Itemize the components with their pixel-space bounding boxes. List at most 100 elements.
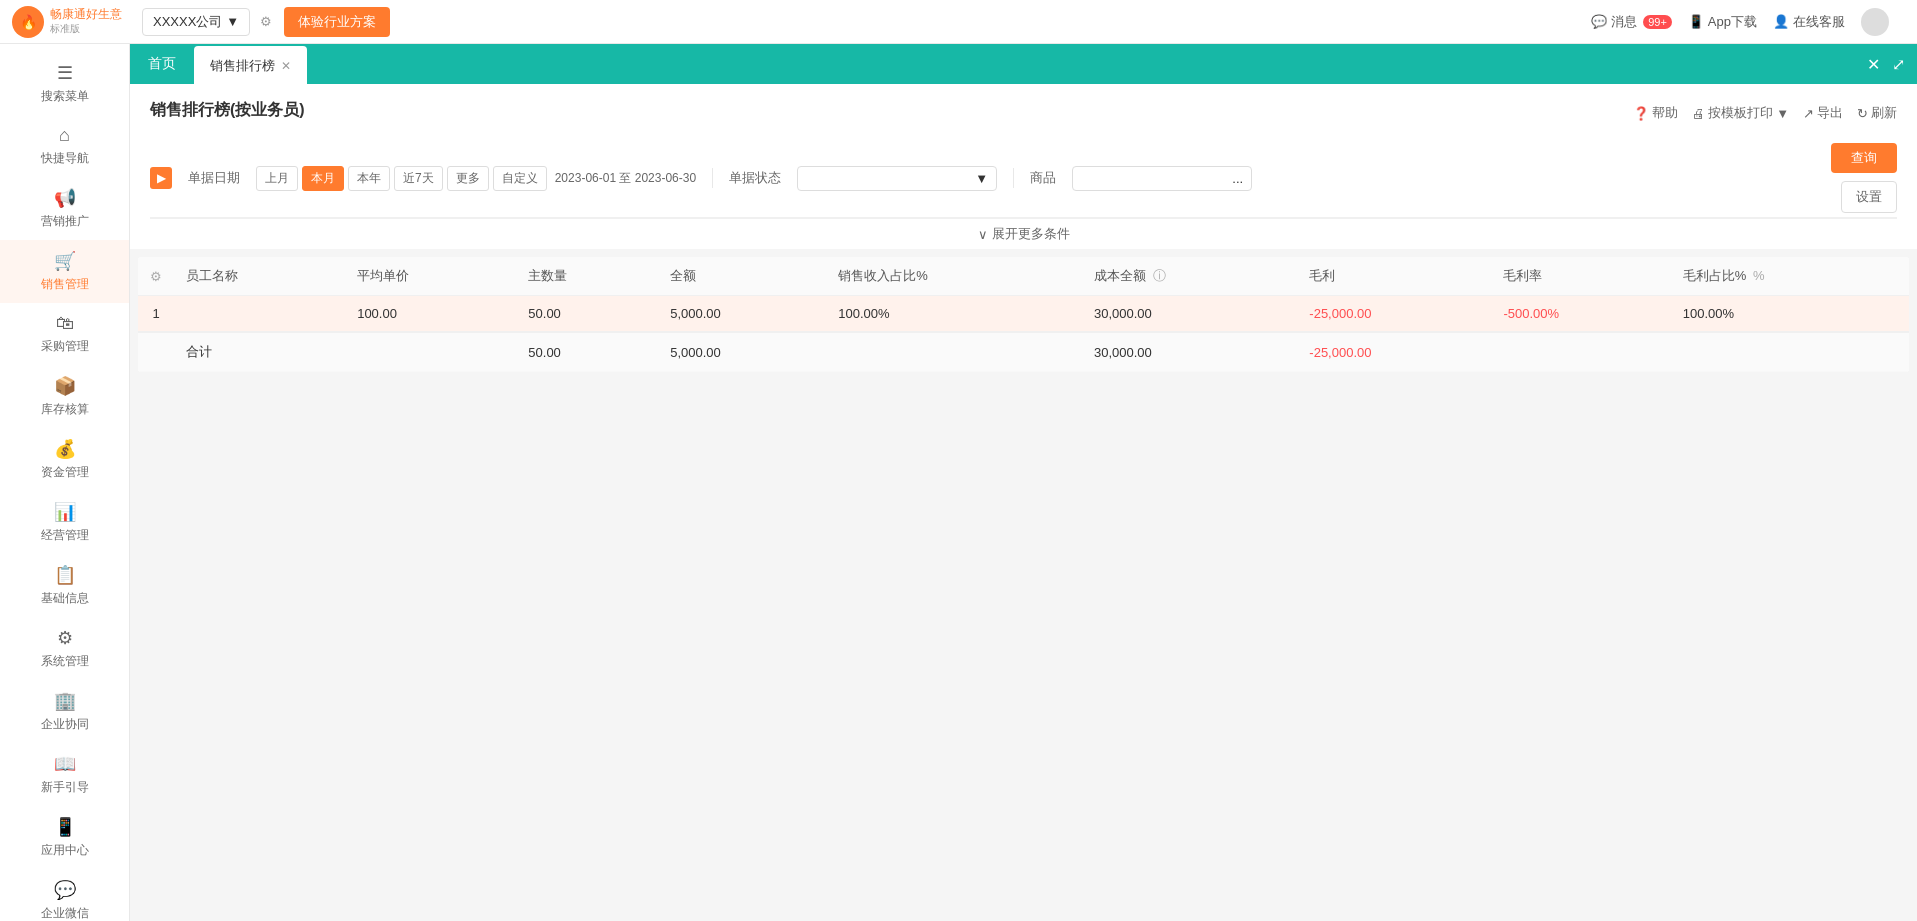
settings-icon[interactable]: ⚙ xyxy=(256,10,276,33)
window-expand-icon[interactable]: ⤢ xyxy=(1892,55,1905,74)
sidebar-item-operations[interactable]: 📊 经营管理 xyxy=(0,491,129,554)
sidebar-item-inventory[interactable]: 📦 库存核算 xyxy=(0,365,129,428)
date-range: 2023-06-01 至 2023-06-30 xyxy=(555,170,696,187)
sidebar-label: 资金管理 xyxy=(41,464,89,481)
status-chevron-icon: ▼ xyxy=(975,171,988,186)
sidebar-label: 系统管理 xyxy=(41,653,89,670)
window-close-icon[interactable]: ✕ xyxy=(1867,55,1880,74)
query-button[interactable]: 查询 xyxy=(1831,143,1897,173)
col-settings-icon[interactable]: ⚙ xyxy=(150,269,162,284)
td-amount: 5,000.00 xyxy=(658,296,826,333)
inventory-icon: 📦 xyxy=(54,375,76,397)
footer-quantity: 50.00 xyxy=(516,332,658,372)
sidebar-label: 应用中心 xyxy=(41,842,89,859)
gross-pct-info-icon[interactable]: % xyxy=(1753,268,1765,283)
tab-sales-ranking[interactable]: 销售排行榜 ✕ xyxy=(194,46,307,86)
tab-close-icon[interactable]: ✕ xyxy=(281,59,291,73)
sidebar-item-search-order[interactable]: ☰ 搜索菜单 xyxy=(0,52,129,115)
sidebar-label: 销售管理 xyxy=(41,276,89,293)
td-name xyxy=(174,296,345,333)
expand-label: 展开更多条件 xyxy=(992,225,1070,243)
date-btn-custom[interactable]: 自定义 xyxy=(493,166,547,191)
message-button[interactable]: 💬 消息 99+ xyxy=(1591,13,1672,31)
settings-button[interactable]: 设置 xyxy=(1841,181,1897,213)
expand-more-btn[interactable]: ∨ 展开更多条件 xyxy=(150,218,1897,249)
sidebar-item-sales[interactable]: 🛒 销售管理 xyxy=(0,240,129,303)
app-download-label: App下载 xyxy=(1708,13,1757,31)
wechat-icon: 💬 xyxy=(54,879,76,901)
goods-label: 商品 xyxy=(1030,169,1056,187)
footer-empty-1 xyxy=(138,332,174,372)
date-btn-this-year[interactable]: 本年 xyxy=(348,166,390,191)
td-quantity: 50.00 xyxy=(516,296,658,333)
footer-empty-5 xyxy=(1671,332,1909,372)
date-btn-7days[interactable]: 近7天 xyxy=(394,166,443,191)
sidebar-item-basic-info[interactable]: 📋 基础信息 xyxy=(0,554,129,617)
print-template-button[interactable]: 🖨 按模板打印 ▼ xyxy=(1692,104,1789,122)
sidebar-item-app-center[interactable]: 📱 应用中心 xyxy=(0,806,129,869)
date-btn-this-month[interactable]: 本月 xyxy=(302,166,344,191)
th-gross: 毛利 xyxy=(1297,257,1491,296)
service-icon: 👤 xyxy=(1773,14,1789,29)
sidebar-label: 企业协同 xyxy=(41,716,89,733)
sidebar-item-system[interactable]: ⚙ 系统管理 xyxy=(0,617,129,680)
app-download-button[interactable]: 📱 App下载 xyxy=(1688,13,1757,31)
trial-button[interactable]: 体验行业方案 xyxy=(284,7,390,37)
footer-empty-2 xyxy=(345,332,516,372)
table-area: ⚙ 员工名称 平均单价 主数量 全额 销售收入占比% 成本全额 xyxy=(138,257,1909,372)
help-link[interactable]: ❓ 帮助 xyxy=(1633,104,1678,122)
print-icon: 🖨 xyxy=(1692,106,1705,121)
date-shortcuts: 上月 本月 本年 近7天 更多 自定义 2023-06-01 至 2023-06… xyxy=(256,166,696,191)
page-content: 销售排行榜(按业务员) ❓ 帮助 🖨 按模板打印 ▼ xyxy=(130,84,1917,921)
sidebar: ☰ 搜索菜单 ⌂ 快捷导航 📢 营销推广 🛒 销售管理 🛍 采购管理 xyxy=(0,44,130,921)
th-sales-pct: 销售收入占比% xyxy=(826,257,1082,296)
date-btn-last-month[interactable]: 上月 xyxy=(256,166,298,191)
sidebar-label: 新手引导 xyxy=(41,779,89,796)
sidebar-label: 搜索菜单 xyxy=(41,88,89,105)
goods-more-icon: ... xyxy=(1232,171,1243,186)
tab-home[interactable]: 首页 xyxy=(130,44,194,84)
th-quantity: 主数量 xyxy=(516,257,658,296)
goods-select[interactable]: ... xyxy=(1072,166,1252,191)
footer-gross: -25,000.00 xyxy=(1297,332,1491,372)
th-gross-rate: 毛利率 xyxy=(1491,257,1670,296)
sidebar-item-purchase[interactable]: 🛍 采购管理 xyxy=(0,303,129,365)
filter-expand-arrow[interactable]: ▶ xyxy=(150,167,172,189)
sidebar-item-marketing[interactable]: 📢 营销推广 xyxy=(0,177,129,240)
table-scroll[interactable]: ⚙ 员工名称 平均单价 主数量 全额 销售收入占比% 成本全额 xyxy=(138,257,1909,372)
table-header-row: ⚙ 员工名称 平均单价 主数量 全额 销售收入占比% 成本全额 xyxy=(138,257,1909,296)
sidebar-item-enterprise[interactable]: 🏢 企业协同 xyxy=(0,680,129,743)
online-service-button[interactable]: 👤 在线客服 xyxy=(1773,13,1845,31)
sidebar-item-wechat[interactable]: 💬 企业微信 xyxy=(0,869,129,921)
footer-label: 合计 xyxy=(174,332,345,372)
status-select[interactable]: ▼ xyxy=(797,166,997,191)
sidebar-label: 库存核算 xyxy=(41,401,89,418)
footer-amount: 5,000.00 xyxy=(658,332,826,372)
avatar[interactable] xyxy=(1861,8,1889,36)
tab-bar: 首页 销售排行榜 ✕ ✕ ⤢ xyxy=(130,44,1917,84)
app-center-icon: 📱 xyxy=(54,816,76,838)
download-icon: 📱 xyxy=(1688,14,1704,29)
content-area: 首页 销售排行榜 ✕ ✕ ⤢ 销售排行榜(按业务员) xyxy=(130,44,1917,921)
tab-actions: ✕ ⤢ xyxy=(1867,55,1917,74)
marketing-icon: 📢 xyxy=(54,187,76,209)
export-button[interactable]: ↗ 导出 xyxy=(1803,104,1843,122)
chevron-down-icon: ▼ xyxy=(226,14,239,29)
th-name: 员工名称 xyxy=(174,257,345,296)
tab-label: 销售排行榜 xyxy=(210,57,275,75)
purchase-icon: 🛍 xyxy=(56,313,74,334)
status-label: 单据状态 xyxy=(729,169,781,187)
guide-icon: 📖 xyxy=(54,753,76,775)
sidebar-item-guide[interactable]: 📖 新手引导 xyxy=(0,743,129,806)
sidebar-item-finance[interactable]: 💰 资金管理 xyxy=(0,428,129,491)
table-row: 1 100.00 50.00 5,000.00 100.00% 30,000.0… xyxy=(138,296,1909,333)
basic-info-icon: 📋 xyxy=(54,564,76,586)
help-icon: ❓ xyxy=(1633,106,1649,121)
sidebar-item-quick-nav[interactable]: ⌂ 快捷导航 xyxy=(0,115,129,177)
cost-info-icon[interactable]: ⓘ xyxy=(1153,268,1166,283)
page-title: 销售排行榜(按业务员) xyxy=(150,100,305,121)
refresh-button[interactable]: ↻ 刷新 xyxy=(1857,104,1897,122)
data-table: ⚙ 员工名称 平均单价 主数量 全额 销售收入占比% 成本全额 xyxy=(138,257,1909,372)
company-selector[interactable]: XXXXX公司 ▼ xyxy=(142,8,250,36)
date-btn-more[interactable]: 更多 xyxy=(447,166,489,191)
